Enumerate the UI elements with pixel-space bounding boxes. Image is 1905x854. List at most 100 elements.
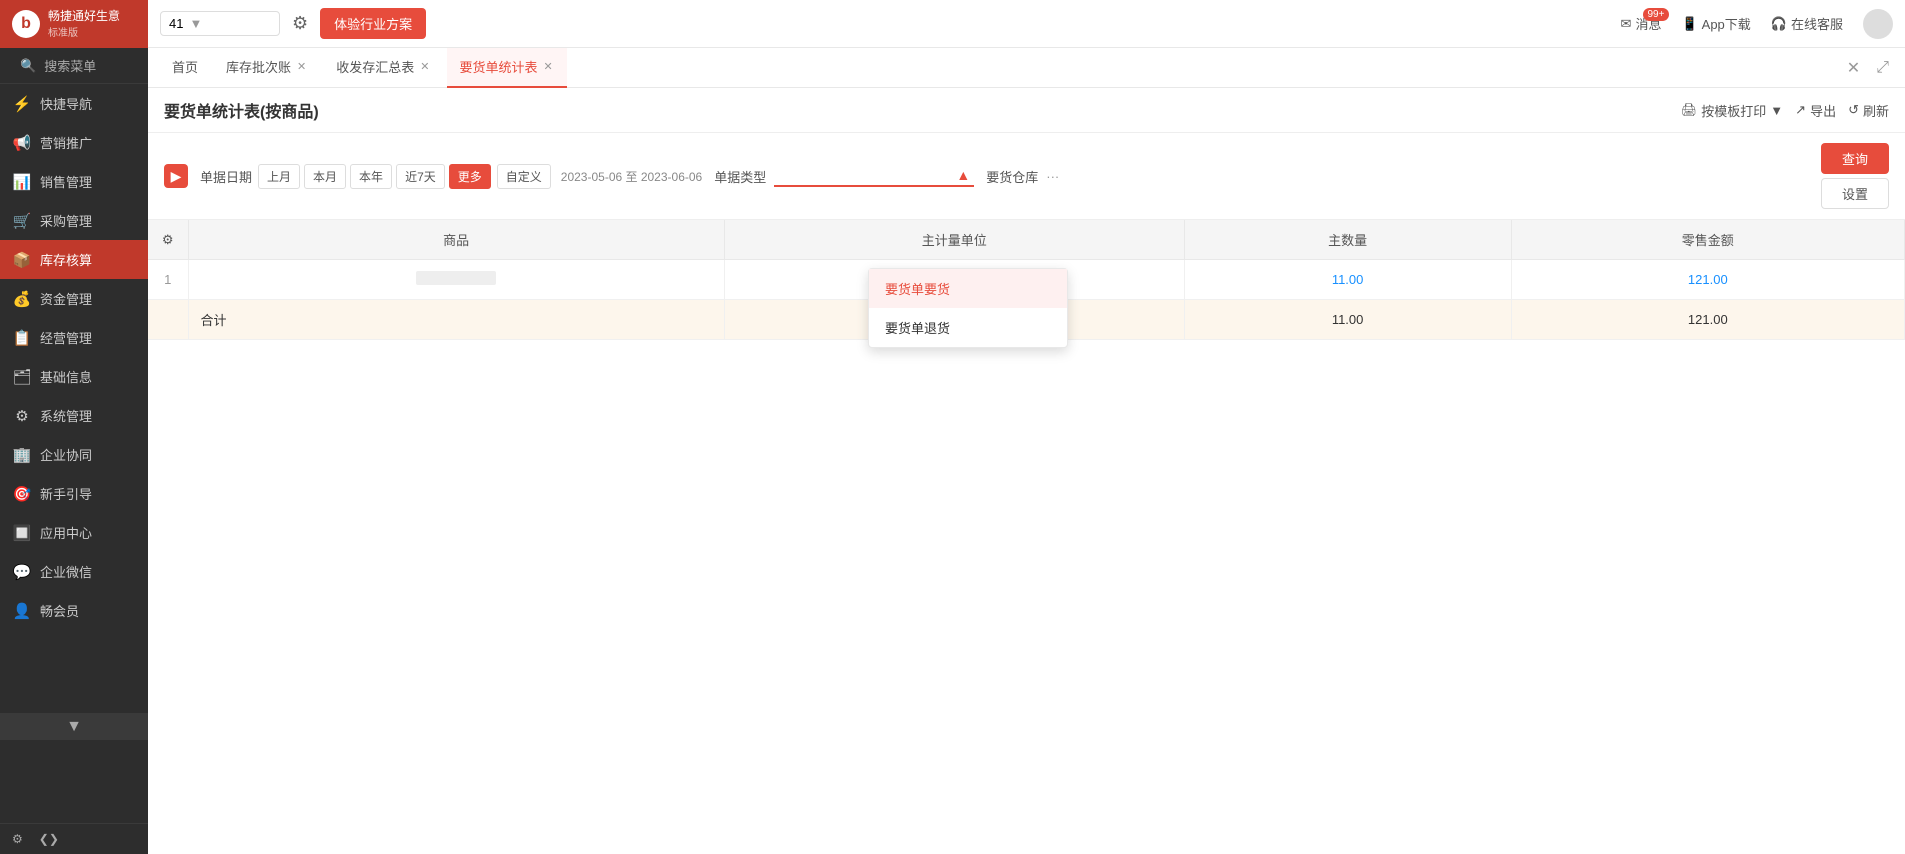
- table-header-row: ⚙ 商品 主计量单位 主数量 零售金额: [148, 220, 1905, 260]
- sidebar-item-finance[interactable]: 💰 资金管理: [0, 279, 148, 318]
- row-quantity-link[interactable]: 11.00: [1332, 272, 1364, 287]
- product-placeholder: [416, 271, 496, 285]
- date-more-btn[interactable]: 更多: [449, 164, 491, 189]
- sidebar-logo: b 畅捷通好生意 标准版: [0, 0, 148, 48]
- header-right: ✉ 消息 99+ 📱 App下载 🎧 在线客服: [1621, 9, 1893, 39]
- sidebar-item-inventory[interactable]: 📦 库存核算: [0, 240, 148, 279]
- header-settings-icon[interactable]: ⚙: [292, 13, 308, 34]
- sidebar-item-wechat[interactable]: 💬 企业微信: [0, 552, 148, 591]
- tab-receive-send-label: 收发存汇总表: [336, 57, 414, 76]
- sidebar-label-enterprise: 企业协同: [40, 445, 92, 464]
- page-title: 要货单统计表(按商品): [164, 98, 319, 122]
- sidebar-label-basic: 基础信息: [40, 367, 92, 386]
- date-prev-month-btn[interactable]: 上月: [258, 164, 300, 189]
- sidebar-settings-btn[interactable]: ⚙: [12, 832, 23, 846]
- date-this-year-btn[interactable]: 本年: [350, 164, 392, 189]
- sidebar-item-enterprise[interactable]: 🏢 企业协同: [0, 435, 148, 474]
- print-label: 按模板打印: [1701, 101, 1766, 120]
- filter-expand-btn[interactable]: ▶: [164, 164, 188, 188]
- date-7days-btn[interactable]: 近7天: [396, 164, 445, 189]
- app-download-item[interactable]: 📱 App下载: [1681, 14, 1750, 33]
- export-btn[interactable]: ↗ 导出: [1795, 101, 1836, 120]
- sidebar-item-purchase[interactable]: 🛒 采购管理: [0, 201, 148, 240]
- search-label: 搜索菜单: [44, 56, 96, 75]
- date-filter-group: 单据日期 上月 本月 本年 近7天 更多 自定义 2023-05-06 至 20…: [200, 164, 702, 189]
- main-area: 41 ▼ ⚙ 体验行业方案 ✉ 消息 99+ 📱 App下载 🎧 在线客服 首页: [148, 0, 1905, 854]
- sidebar-item-sales[interactable]: 📊 销售管理: [0, 162, 148, 201]
- tab-bar: 首页 库存批次账 ✕ 收发存汇总表 ✕ 要货单统计表 ✕ ✕ ⤢: [148, 48, 1905, 88]
- doc-type-filter-group: 单据类型 ▲: [714, 165, 974, 187]
- tab-order-stats[interactable]: 要货单统计表 ✕: [447, 48, 566, 88]
- tab-inventory-batch-close[interactable]: ✕: [295, 58, 308, 75]
- sidebar-item-operation[interactable]: 📋 经营管理: [0, 318, 148, 357]
- tab-close-all-btn[interactable]: ✕: [1843, 54, 1864, 82]
- sidebar-item-appstore[interactable]: 🔲 应用中心: [0, 513, 148, 552]
- row-amount-link[interactable]: 121.00: [1688, 272, 1728, 287]
- filter-settings-btn[interactable]: 设置: [1821, 178, 1889, 209]
- sidebar-item-member[interactable]: 👤 畅会员: [0, 591, 148, 630]
- logo-subtitle: 标准版: [48, 24, 120, 39]
- doc-type-select[interactable]: ▲: [774, 165, 974, 187]
- date-custom-btn[interactable]: 自定义: [497, 164, 551, 189]
- tab-order-stats-close[interactable]: ✕: [542, 58, 555, 75]
- tab-maximize-btn[interactable]: ⤢: [1872, 55, 1893, 81]
- sidebar-label-shortcuts: 快捷导航: [40, 94, 92, 113]
- tab-maximize-area: ✕ ⤢: [1843, 54, 1893, 82]
- page-wrapper: 要货单统计表(按商品) 🖨 按模板打印 ▼ ↗ 导出 ↺ 刷新: [148, 88, 1905, 854]
- sidebar-label-sales: 销售管理: [40, 172, 92, 191]
- refresh-icon: ↺: [1848, 102, 1859, 118]
- member-icon: 👤: [12, 602, 32, 620]
- dropdown-item-order-normal[interactable]: 要货单要货: [869, 269, 1067, 308]
- sidebar-item-shortcuts[interactable]: ⚡ 快捷导航: [0, 84, 148, 123]
- doc-type-dropdown-icon[interactable]: ▲: [956, 167, 970, 183]
- warehouse-dots-icon[interactable]: ···: [1046, 169, 1059, 184]
- tab-order-stats-label: 要货单统计表: [459, 57, 537, 76]
- purchase-icon: 🛒: [12, 212, 32, 230]
- search-icon: 🔍: [20, 58, 36, 74]
- date-shortcuts: 上月 本月 本年 近7天 更多: [258, 164, 491, 189]
- print-dropdown-icon: ▼: [1770, 103, 1783, 118]
- col-quantity: 主数量: [1184, 220, 1511, 260]
- notification-icon: ✉: [1621, 16, 1632, 32]
- tab-receive-send-close[interactable]: ✕: [418, 58, 431, 75]
- dropdown-item-order-return[interactable]: 要货单退货: [869, 308, 1067, 347]
- trial-btn[interactable]: 体验行业方案: [320, 8, 426, 39]
- sidebar-item-guide[interactable]: 🎯 新手引导: [0, 474, 148, 513]
- tab-receive-send[interactable]: 收发存汇总表 ✕: [324, 48, 443, 88]
- sidebar-item-basic[interactable]: 🗂 基础信息: [0, 357, 148, 396]
- sidebar-item-system[interactable]: ⚙ 系统管理: [0, 396, 148, 435]
- basic-icon: 🗂: [12, 368, 32, 386]
- filter-actions: 查询 设置: [1821, 143, 1889, 209]
- tab-inventory-batch-label: 库存批次账: [226, 57, 291, 76]
- date-label: 单据日期: [200, 167, 252, 186]
- col-settings[interactable]: ⚙: [148, 220, 188, 260]
- page-actions: 🖨 按模板打印 ▼ ↗ 导出 ↺ 刷新: [1681, 101, 1889, 120]
- notifications-item[interactable]: ✉ 消息 99+: [1621, 14, 1662, 33]
- doc-type-input[interactable]: [778, 168, 956, 183]
- online-service-icon: 🎧: [1771, 16, 1787, 32]
- warehouse-label: 要货仓库: [986, 167, 1038, 186]
- store-name: 41: [169, 16, 183, 31]
- date-this-month-btn[interactable]: 本月: [304, 164, 346, 189]
- total-label: 合计: [188, 300, 724, 340]
- tab-inventory-batch[interactable]: 库存批次账 ✕: [214, 48, 320, 88]
- table-settings-icon: ⚙: [162, 232, 174, 247]
- query-btn[interactable]: 查询: [1821, 143, 1889, 174]
- col-amount: 零售金额: [1511, 220, 1904, 260]
- total-empty-1: [148, 300, 188, 340]
- sidebar-collapse-btn[interactable]: ❮❯: [39, 832, 59, 846]
- sidebar-item-marketing[interactable]: 📢 营销推广: [0, 123, 148, 162]
- inventory-icon: 📦: [12, 251, 32, 269]
- refresh-label: 刷新: [1863, 101, 1889, 120]
- row-num: 1: [148, 260, 188, 300]
- refresh-btn[interactable]: ↺ 刷新: [1848, 101, 1889, 120]
- store-selector[interactable]: 41 ▼: [160, 11, 280, 36]
- enterprise-icon: 🏢: [12, 446, 32, 464]
- print-btn[interactable]: 🖨 按模板打印 ▼: [1681, 101, 1783, 120]
- online-service-label: 在线客服: [1791, 14, 1843, 33]
- tab-home[interactable]: 首页: [160, 48, 210, 88]
- online-service-item[interactable]: 🎧 在线客服: [1771, 14, 1843, 33]
- sidebar-search[interactable]: 🔍 搜索菜单: [0, 48, 148, 84]
- sidebar-scroll-down[interactable]: ▼: [0, 714, 148, 740]
- user-avatar[interactable]: [1863, 9, 1893, 39]
